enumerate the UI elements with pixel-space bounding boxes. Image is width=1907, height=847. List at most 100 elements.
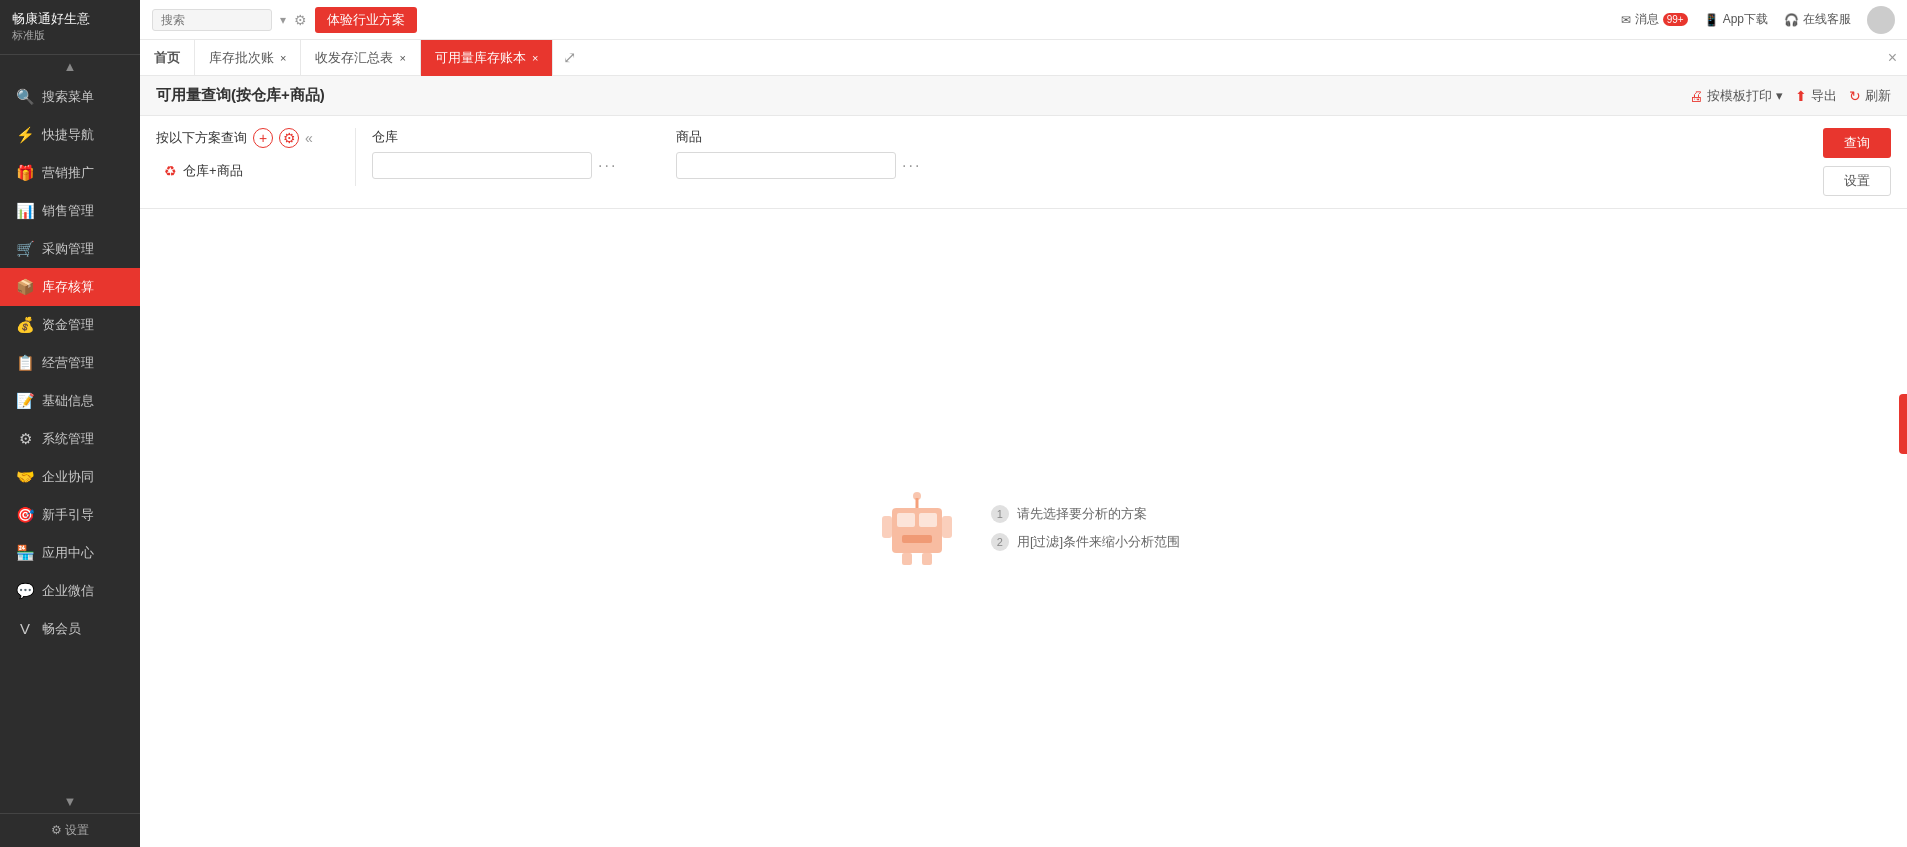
right-scrollbar[interactable] <box>1899 394 1907 454</box>
sidebar-item-1[interactable]: ⚡快捷导航 <box>0 116 140 154</box>
sidebar-item-0[interactable]: 🔍搜索菜单 <box>0 78 140 116</box>
sidebar-item-10[interactable]: 🤝 企业协同 <box>0 458 140 496</box>
hint-num-1: 1 <box>991 505 1009 523</box>
tab-summary[interactable]: 收发存汇总表 × <box>301 40 420 76</box>
hint-num-2: 2 <box>991 533 1009 551</box>
search-input[interactable] <box>152 9 272 31</box>
online-service-group[interactable]: 🎧 在线客服 <box>1784 11 1851 28</box>
add-scheme-btn[interactable]: + <box>253 128 273 148</box>
message-badge: 99+ <box>1663 13 1688 26</box>
app-download-label: App下载 <box>1723 11 1768 28</box>
tab-home-label: 首页 <box>154 49 180 67</box>
sidebar-icon-10: 🤝 <box>16 468 34 486</box>
warehouse-label: 仓库 <box>372 128 652 146</box>
sidebar-item-9[interactable]: ⚙系统管理 <box>0 420 140 458</box>
message-group[interactable]: ✉ 消息 99+ <box>1621 11 1688 28</box>
empty-illustration <box>867 478 967 578</box>
warehouse-input[interactable] <box>372 152 592 179</box>
page-title: 可用量查询(按仓库+商品) <box>156 86 325 105</box>
refresh-btn[interactable]: ↻ 刷新 <box>1849 87 1891 105</box>
gear-icon[interactable]: ⚙ <box>294 12 307 28</box>
sidebar-label-3: 销售管理 <box>42 202 94 220</box>
sidebar-item-4[interactable]: 🛒采购管理 <box>0 230 140 268</box>
scheme-item-warehouse-goods[interactable]: ♻ 仓库+商品 <box>156 156 343 186</box>
settings-scheme-btn[interactable]: ⚙ <box>279 128 299 148</box>
message-icon: ✉ <box>1621 13 1631 27</box>
sidebar-nav: 🔍搜索菜单⚡快捷导航🎁营销推广📊销售管理🛒采购管理 📦 库存核算 💰资金管理📋经营管理… <box>0 78 140 790</box>
sidebar-item-8[interactable]: 📝基础信息 <box>0 382 140 420</box>
sidebar-item-3[interactable]: 📊销售管理 <box>0 192 140 230</box>
setting-button[interactable]: 设置 <box>1823 166 1891 196</box>
warehouse-more-icon[interactable]: ··· <box>598 157 617 175</box>
sidebar-item-11[interactable]: 🎯新手引导 <box>0 496 140 534</box>
scheme-title: 按以下方案查询 <box>156 129 247 147</box>
action-right: 查询 设置 <box>1807 128 1891 196</box>
sidebar-icon-8: 📝 <box>16 392 34 410</box>
content-area: 可用量查询(按仓库+商品) 🖨 按模板打印 ▾ ⬆ 导出 ↻ 刷新 <box>140 76 1907 847</box>
print-btn[interactable]: 🖨 按模板打印 ▾ <box>1689 87 1783 105</box>
sidebar-item-14[interactable]: V畅会员 <box>0 610 140 648</box>
close-window-icon[interactable]: × <box>1878 49 1907 67</box>
empty-area: 1 请先选择要分析的方案 2 用[过滤]条件来缩小分析范围 <box>140 209 1907 847</box>
refresh-label: 刷新 <box>1865 87 1891 105</box>
brand-area: 畅康通好生意 标准版 <box>0 0 140 55</box>
collapse-scheme-icon[interactable]: « <box>305 130 313 146</box>
close-tab-inventory-batch[interactable]: × <box>280 52 286 64</box>
filter-area: 仓库 ··· 商品 ··· 查询 设置 <box>356 128 1891 196</box>
expand-icon[interactable]: ⤢ <box>553 48 586 67</box>
sidebar-label-5: 库存核算 <box>42 278 94 296</box>
sidebar-icon-0: 🔍 <box>16 88 34 106</box>
close-tab-available-qty[interactable]: × <box>532 52 538 64</box>
tab-available-qty[interactable]: 可用量库存账本 × <box>421 40 553 76</box>
sidebar-label-2: 营销推广 <box>42 164 94 182</box>
export-btn[interactable]: ⬆ 导出 <box>1795 87 1837 105</box>
sidebar-icon-12: 🏪 <box>16 544 34 562</box>
user-avatar[interactable] <box>1867 6 1895 34</box>
hint-text-2: 用[过滤]条件来缩小分析范围 <box>1017 533 1180 551</box>
scroll-up-btn[interactable]: ▲ <box>0 55 140 78</box>
sidebar-label-10: 企业协同 <box>42 468 94 486</box>
query-button[interactable]: 查询 <box>1823 128 1891 158</box>
sidebar-item-6[interactable]: 💰资金管理 <box>0 306 140 344</box>
tab-home[interactable]: 首页 <box>140 40 195 76</box>
page-actions: 🖨 按模板打印 ▾ ⬆ 导出 ↻ 刷新 <box>1689 87 1891 105</box>
svg-point-9 <box>913 492 921 500</box>
scheme-item-icon: ♻ <box>164 163 177 179</box>
page-header: 可用量查询(按仓库+商品) 🖨 按模板打印 ▾ ⬆ 导出 ↻ 刷新 <box>140 76 1907 116</box>
main-area: ▾ ⚙ 体验行业方案 ✉ 消息 99+ 📱 App下载 🎧 在线客服 首页 <box>140 0 1907 847</box>
brand-name: 畅康通好生意 <box>12 10 128 28</box>
online-service-label: 在线客服 <box>1803 11 1851 28</box>
trial-button[interactable]: 体验行业方案 <box>315 7 417 33</box>
hint-text-1: 请先选择要分析的方案 <box>1017 505 1147 523</box>
sidebar-icon-7: 📋 <box>16 354 34 372</box>
sidebar-item-7[interactable]: 📋经营管理 <box>0 344 140 382</box>
scroll-down-btn[interactable]: ▼ <box>0 790 140 813</box>
sidebar-item-13[interactable]: 💬企业微信 <box>0 572 140 610</box>
topbar-right: ✉ 消息 99+ 📱 App下载 🎧 在线客服 <box>1621 6 1895 34</box>
app-download-group[interactable]: 📱 App下载 <box>1704 11 1768 28</box>
goods-more-icon[interactable]: ··· <box>902 157 921 175</box>
sidebar-item-12[interactable]: 🏪应用中心 <box>0 534 140 572</box>
print-label: 按模板打印 <box>1707 87 1772 105</box>
sidebar-item-2[interactable]: 🎁营销推广 <box>0 154 140 192</box>
goods-input[interactable] <box>676 152 896 179</box>
export-label: 导出 <box>1811 87 1837 105</box>
tabbar: 首页 库存批次账 × 收发存汇总表 × 可用量库存账本 × ⤢ × <box>140 40 1907 76</box>
svg-rect-2 <box>919 513 937 527</box>
sidebar-label-6: 资金管理 <box>42 316 94 334</box>
svg-rect-4 <box>882 516 892 538</box>
tab-summary-label: 收发存汇总表 <box>315 49 393 67</box>
sidebar-label-11: 新手引导 <box>42 506 94 524</box>
sidebar-icon-9: ⚙ <box>16 430 34 448</box>
sidebar-item-5[interactable]: 📦 库存核算 <box>0 268 140 306</box>
scheme-item-label: 仓库+商品 <box>183 162 243 180</box>
sidebar-label-14: 畅会员 <box>42 620 81 638</box>
tab-available-qty-label: 可用量库存账本 <box>435 49 526 67</box>
chevron-down-icon[interactable]: ▾ <box>280 13 286 27</box>
sidebar-icon-5: 📦 <box>16 278 34 296</box>
close-tab-summary[interactable]: × <box>399 52 405 64</box>
tab-inventory-batch[interactable]: 库存批次账 × <box>195 40 301 76</box>
sidebar-icon-13: 💬 <box>16 582 34 600</box>
sidebar-label-1: 快捷导航 <box>42 126 94 144</box>
sidebar-label-4: 采购管理 <box>42 240 94 258</box>
